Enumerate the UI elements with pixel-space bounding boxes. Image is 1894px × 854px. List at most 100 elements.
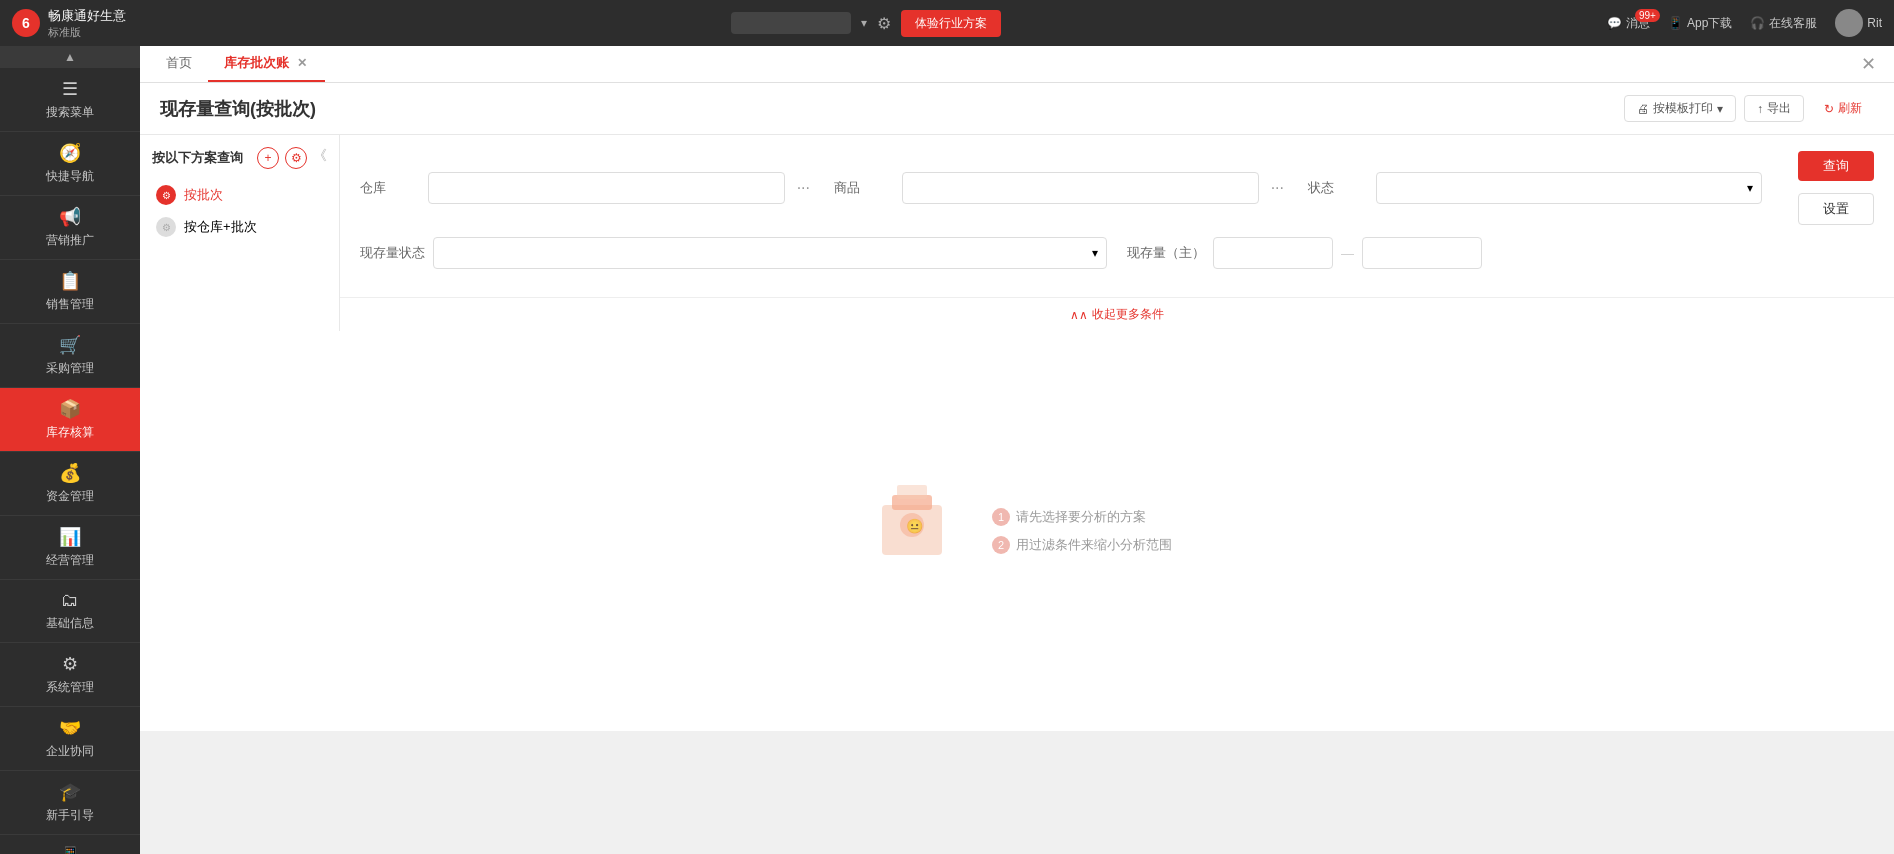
collapse-more-label: 收起更多条件	[1092, 306, 1164, 323]
main-content: 首页 库存批次账 ✕ ✕ 现存量查询(按批次) 🖨 按模板打印 ▾	[140, 46, 1894, 854]
hint-num-2: 2	[992, 536, 1010, 554]
tab-batch-label: 库存批次账	[224, 54, 289, 72]
refresh-icon: ↻	[1824, 102, 1834, 116]
sidebar-label-purchase: 采购管理	[46, 360, 94, 377]
sidebar-label-enterprise: 企业协同	[46, 743, 94, 760]
filter-form: 仓库 ··· 商品 ··· 状态	[340, 135, 1894, 297]
sidebar-item-sales[interactable]: 📋 销售管理	[0, 260, 140, 324]
newbie-icon: 🎓	[59, 781, 81, 803]
sidebar-item-system[interactable]: ⚙ 系统管理	[0, 643, 140, 707]
message-button[interactable]: 💬 消息 99+	[1607, 15, 1650, 32]
sidebar-item-appstore[interactable]: 📱 应用中心	[0, 835, 140, 854]
sidebar-scroll-up[interactable]: ▲	[0, 46, 140, 68]
finance-icon: 💰	[59, 462, 81, 484]
sidebar-item-purchase[interactable]: 🛒 采购管理	[0, 324, 140, 388]
user-avatar-button[interactable]: Rit	[1835, 9, 1882, 37]
quicknav-icon: 🧭	[59, 142, 81, 164]
empty-state: 😐 1 请先选择要分析的方案 2 用过滤条件来缩小分析范围	[140, 331, 1894, 731]
action-col: 查询 设置	[1798, 151, 1874, 225]
sidebar-item-finance[interactable]: 💰 资金管理	[0, 452, 140, 516]
filter-item-batch[interactable]: ⚙ 按批次	[152, 179, 327, 211]
status-dropdown-icon: ▾	[1747, 181, 1753, 195]
stock-status-select[interactable]: ▾	[433, 237, 1107, 269]
tab-home[interactable]: 首页	[150, 46, 208, 82]
page-title: 现存量查询(按批次)	[160, 97, 316, 133]
print-button[interactable]: 🖨 按模板打印 ▾	[1624, 95, 1736, 122]
sidebar-item-operation[interactable]: 📊 经营管理	[0, 516, 140, 580]
operation-icon: 📊	[59, 526, 81, 548]
message-icon: 💬	[1607, 16, 1622, 30]
query-button[interactable]: 查询	[1798, 151, 1874, 181]
hint-text-2: 用过滤条件来缩小分析范围	[1016, 536, 1172, 554]
page-header: 现存量查询(按批次) 🖨 按模板打印 ▾ ↑ 导出 ↻ 刷新	[140, 83, 1894, 135]
appstore-icon: 📱	[59, 845, 81, 854]
hint-num-1: 1	[992, 508, 1010, 526]
sidebar-item-basic[interactable]: 🗂 基础信息	[0, 580, 140, 643]
filter-add-button[interactable]: +	[257, 147, 279, 169]
warehouse-field: 仓库 ···	[360, 172, 814, 204]
product-dots[interactable]: ···	[1267, 179, 1288, 197]
app-logo: 6	[12, 9, 40, 37]
warehouse-dots[interactable]: ···	[793, 179, 814, 197]
status-select[interactable]: ▾	[1376, 172, 1762, 204]
sidebar-label-quicknav: 快捷导航	[46, 168, 94, 185]
refresh-button[interactable]: ↻ 刷新	[1812, 96, 1874, 121]
settings-action-button[interactable]: 设置	[1798, 193, 1874, 225]
breadcrumb-dropdown-icon[interactable]: ▾	[861, 16, 867, 30]
page-body: 现存量查询(按批次) 🖨 按模板打印 ▾ ↑ 导出 ↻ 刷新	[140, 83, 1894, 854]
filter-sidebar-collapse-button[interactable]: 《	[313, 147, 327, 169]
filter-form-wrapper: 仓库 ··· 商品 ··· 状态	[340, 135, 1894, 331]
header-mid: ▾ ⚙ 体验行业方案	[126, 10, 1607, 37]
stock-qty-max-input[interactable]	[1362, 237, 1482, 269]
tab-bar-close-button[interactable]: ✕	[1853, 49, 1884, 79]
sidebar-label-basic: 基础信息	[46, 615, 94, 632]
warehouse-label: 仓库	[360, 179, 420, 197]
sidebar-item-newbie[interactable]: 🎓 新手引导	[0, 771, 140, 835]
status-label: 状态	[1308, 179, 1368, 197]
collapse-more-button[interactable]: ∧∧ 收起更多条件	[340, 297, 1894, 331]
stock-status-label: 现存量状态	[360, 244, 425, 262]
header-settings-button[interactable]: ⚙	[877, 14, 891, 33]
message-badge: 99+	[1635, 9, 1660, 22]
filter-row-1: 仓库 ··· 商品 ··· 状态	[360, 151, 1874, 225]
online-service-button[interactable]: 🎧 在线客服	[1750, 15, 1817, 32]
stock-qty-label: 现存量（主）	[1127, 244, 1205, 262]
status-field: 状态 ▾	[1308, 172, 1762, 204]
top-header: 6 畅康通好生意 标准版 ▾ ⚙ 体验行业方案 💬 消息 99+ 📱 App下载…	[0, 0, 1894, 46]
sidebar-item-enterprise[interactable]: 🤝 企业协同	[0, 707, 140, 771]
export-icon: ↑	[1757, 102, 1763, 116]
sidebar-item-search[interactable]: ☰ 搜索菜单	[0, 68, 140, 132]
basic-icon: 🗂	[61, 590, 79, 611]
export-label: 导出	[1767, 100, 1791, 117]
sidebar-label-inventory: 库存核算	[46, 424, 94, 441]
empty-illustration: 😐	[862, 470, 962, 573]
sidebar-item-inventory[interactable]: 📦 库存核算	[0, 388, 140, 452]
header-right: 💬 消息 99+ 📱 App下载 🎧 在线客服 Rit	[1607, 9, 1882, 37]
filter-item-icon-warehouse: ⚙	[156, 217, 176, 237]
main-layout: ▲ ☰ 搜索菜单 🧭 快捷导航 📢 营销推广 📋 销售管理 🛒 采购管理 📦 库…	[0, 46, 1894, 854]
sidebar-item-marketing[interactable]: 📢 营销推广	[0, 196, 140, 260]
filter-sidebar-header: 按以下方案查询 + ⚙ 《	[152, 147, 327, 169]
tab-bar: 首页 库存批次账 ✕ ✕	[140, 46, 1894, 83]
sidebar-item-quicknav[interactable]: 🧭 快捷导航	[0, 132, 140, 196]
print-icon: 🖨	[1637, 102, 1649, 116]
stock-qty-min-input[interactable]	[1213, 237, 1333, 269]
tab-batch[interactable]: 库存批次账 ✕	[208, 46, 325, 82]
breadcrumb-input[interactable]	[731, 12, 851, 34]
export-button[interactable]: ↑ 导出	[1744, 95, 1804, 122]
empty-hint-2: 2 用过滤条件来缩小分析范围	[992, 536, 1172, 554]
filter-item-warehouse-batch[interactable]: ⚙ 按仓库+批次	[152, 211, 327, 243]
warehouse-input[interactable]	[428, 172, 785, 204]
filter-settings-button[interactable]: ⚙	[285, 147, 307, 169]
headset-icon: 🎧	[1750, 16, 1765, 30]
page-header-actions: 🖨 按模板打印 ▾ ↑ 导出 ↻ 刷新	[1624, 95, 1874, 134]
product-field: 商品 ···	[834, 172, 1288, 204]
phone-icon: 📱	[1668, 16, 1683, 30]
tab-batch-close-icon[interactable]: ✕	[295, 56, 309, 70]
app-download-button[interactable]: 📱 App下载	[1668, 15, 1732, 32]
filter-item-icon-batch: ⚙	[156, 185, 176, 205]
tab-home-label: 首页	[166, 54, 192, 72]
trial-button[interactable]: 体验行业方案	[901, 10, 1001, 37]
product-input[interactable]	[902, 172, 1259, 204]
plus-icon: +	[264, 151, 271, 165]
